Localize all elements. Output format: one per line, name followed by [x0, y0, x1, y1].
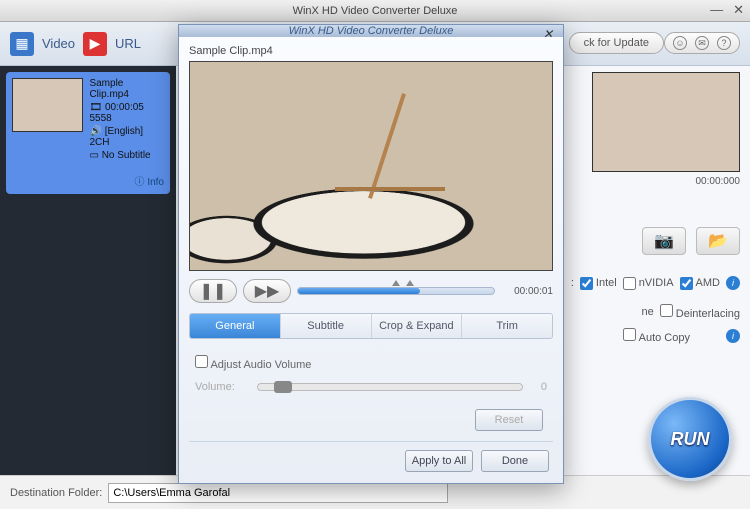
- dest-label: Destination Folder:: [10, 487, 102, 499]
- edit-tabs: General Subtitle Crop & Expand Trim: [189, 313, 553, 339]
- hw-intel-checkbox[interactable]: Intel: [580, 277, 617, 290]
- tab-subtitle[interactable]: Subtitle: [281, 314, 372, 338]
- autocopy-row: Auto Copy i: [623, 328, 740, 344]
- clip-thumbnail: [12, 78, 83, 132]
- preview-time: 00:00:000: [592, 176, 740, 187]
- file-sidebar: Sample Clip.mp4 🎞 00:00:05 5558 🔊 [Engli…: [0, 66, 176, 475]
- pause-button[interactable]: ❚❚: [189, 279, 237, 303]
- volume-slider[interactable]: [257, 383, 523, 391]
- youtube-icon[interactable]: ▶: [83, 32, 107, 56]
- video-label: Video: [42, 36, 75, 51]
- deinterlacing-checkbox[interactable]: Deinterlacing: [660, 304, 740, 320]
- video-preview[interactable]: [189, 61, 553, 271]
- info-icon[interactable]: i: [726, 276, 740, 290]
- autocopy-checkbox[interactable]: Auto Copy: [623, 328, 690, 344]
- hw-nvidia-checkbox[interactable]: nVIDIA: [623, 277, 674, 290]
- header-icon-group: ☺ ✉ ?: [664, 32, 740, 54]
- clip-subtitle: ▭ No Subtitle: [89, 150, 164, 161]
- clip-info-link[interactable]: ⓘ Info: [89, 173, 164, 188]
- minimize-icon[interactable]: —: [710, 2, 723, 18]
- check-update-button[interactable]: ck for Update: [569, 32, 664, 54]
- tab-general[interactable]: General: [190, 314, 281, 338]
- preview-panel: 00:00:000 📷 📂: [592, 72, 740, 255]
- dialog-close-icon[interactable]: ✕: [543, 27, 557, 41]
- volume-label: Volume:: [195, 381, 249, 393]
- add-video-icon[interactable]: ▦: [10, 32, 34, 56]
- preview-thumbnail: [592, 72, 740, 172]
- adjust-volume-checkbox[interactable]: Adjust Audio Volume: [195, 355, 311, 371]
- snapshot-icon[interactable]: 📷: [642, 227, 686, 255]
- done-button[interactable]: Done: [481, 450, 549, 472]
- url-label: URL: [115, 36, 141, 51]
- edit-dialog: WinX HD Video Converter Deluxe ✕ Sample …: [178, 24, 564, 484]
- clip-duration: 🎞 00:00:05 5558: [89, 102, 164, 124]
- clip-filename: Sample Clip.mp4: [89, 78, 164, 100]
- app-title: WinX HD Video Converter Deluxe: [293, 5, 458, 17]
- clip-card[interactable]: Sample Clip.mp4 🎞 00:00:05 5558 🔊 [Engli…: [6, 72, 170, 194]
- info-icon[interactable]: i: [726, 329, 740, 343]
- reset-button[interactable]: Reset: [475, 409, 543, 431]
- apply-all-button[interactable]: Apply to All: [405, 450, 473, 472]
- hw-accel-row: : Intel nVIDIA AMD i: [571, 276, 740, 290]
- play-time: 00:00:01: [501, 286, 553, 297]
- main-titlebar: WinX HD Video Converter Deluxe — ✕: [0, 0, 750, 22]
- fastforward-button[interactable]: ▶▶: [243, 279, 291, 303]
- dialog-filename: Sample Clip.mp4: [189, 45, 553, 57]
- tab-trim[interactable]: Trim: [462, 314, 552, 338]
- help-icon[interactable]: ?: [717, 36, 731, 50]
- volume-value: 0: [531, 381, 547, 393]
- user-icon[interactable]: ☺: [673, 36, 687, 50]
- playbar: ❚❚ ▶▶ 00:00:01: [189, 279, 553, 303]
- dialog-titlebar: WinX HD Video Converter Deluxe ✕: [179, 25, 563, 37]
- mail-icon[interactable]: ✉: [695, 36, 709, 50]
- close-icon[interactable]: ✕: [733, 2, 744, 18]
- seek-slider[interactable]: [297, 287, 495, 295]
- dialog-title: WinX HD Video Converter Deluxe: [289, 25, 454, 37]
- deinterlacing-row: ne Deinterlacing: [641, 304, 740, 320]
- open-folder-icon[interactable]: 📂: [696, 227, 740, 255]
- clip-audio: 🔊 [English] 2CH: [89, 126, 164, 148]
- tab-crop[interactable]: Crop & Expand: [372, 314, 463, 338]
- run-button[interactable]: RUN: [648, 397, 732, 481]
- hw-amd-checkbox[interactable]: AMD: [680, 277, 720, 290]
